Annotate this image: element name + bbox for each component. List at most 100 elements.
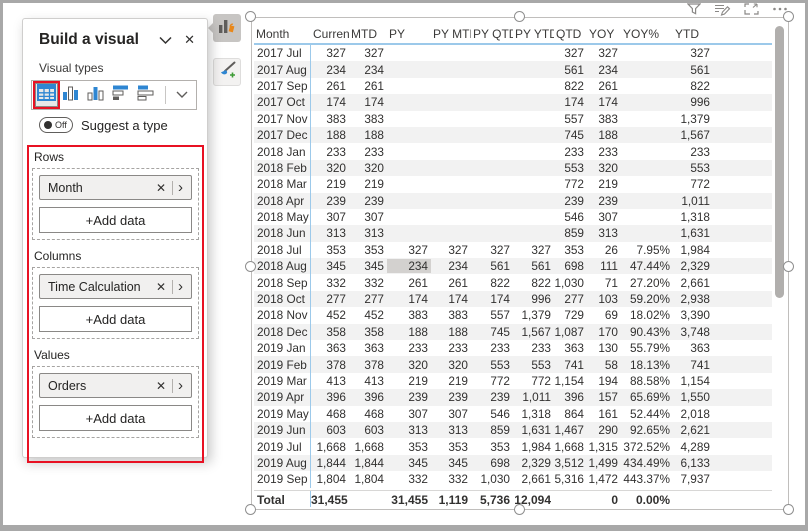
- matrix-cell[interactable]: 261: [311, 79, 349, 93]
- column-header-py-ytd[interactable]: PY YTD: [513, 27, 554, 41]
- matrix-cell[interactable]: 553: [513, 358, 554, 372]
- matrix-cell[interactable]: 1,631: [673, 226, 713, 240]
- matrix-cell[interactable]: 307: [311, 210, 349, 224]
- close-panel-icon[interactable]: ✕: [184, 32, 195, 48]
- visual-type-stacked-column-chart[interactable]: [60, 83, 83, 107]
- visual-type-clustered-bar-chart[interactable]: [135, 83, 158, 107]
- row-header-month[interactable]: 2018 Sep: [254, 274, 311, 290]
- matrix-cell[interactable]: 103: [587, 292, 621, 306]
- visual-type-matrix[interactable]: [35, 83, 58, 107]
- matrix-cell[interactable]: 290: [587, 423, 621, 437]
- row-header-month[interactable]: 2018 Jan: [254, 143, 311, 159]
- annotate-icon[interactable]: [714, 1, 731, 16]
- matrix-cell[interactable]: 233: [554, 145, 587, 159]
- matrix-total-cell[interactable]: 0.00%: [621, 493, 673, 507]
- column-header-current[interactable]: Current: [311, 27, 349, 41]
- matrix-cell[interactable]: 1,499: [587, 456, 621, 470]
- matrix-cell[interactable]: 332: [387, 472, 431, 486]
- matrix-cell[interactable]: 443.37%: [621, 472, 673, 486]
- matrix-cell[interactable]: 313: [349, 226, 387, 240]
- column-header-py-mtd[interactable]: PY MTD: [431, 27, 471, 41]
- matrix-cell[interactable]: 1,030: [554, 276, 587, 290]
- row-header-month[interactable]: 2018 Jun: [254, 225, 311, 241]
- matrix-cell[interactable]: 358: [311, 325, 349, 339]
- row-header-month[interactable]: 2017 Jul: [254, 45, 311, 61]
- matrix-cell[interactable]: 772: [673, 177, 713, 191]
- matrix-cell[interactable]: 174: [311, 95, 349, 109]
- matrix-cell[interactable]: 7,937: [673, 472, 713, 486]
- field-chip-orders[interactable]: Orders ✕ ›: [39, 373, 192, 398]
- collapse-panel-icon[interactable]: [159, 36, 172, 45]
- matrix-cell[interactable]: 277: [311, 292, 349, 306]
- column-header-month[interactable]: Month: [254, 27, 311, 41]
- matrix-cell[interactable]: 1,467: [554, 423, 587, 437]
- matrix-cell[interactable]: 561: [554, 63, 587, 77]
- matrix-cell[interactable]: 3,512: [554, 456, 587, 470]
- matrix-cell[interactable]: 327: [349, 46, 387, 60]
- matrix-cell[interactable]: 161: [587, 407, 621, 421]
- matrix-cell[interactable]: 320: [349, 161, 387, 175]
- matrix-cell[interactable]: 546: [554, 210, 587, 224]
- matrix-cell[interactable]: 188: [387, 325, 431, 339]
- matrix-cell[interactable]: 561: [673, 63, 713, 77]
- matrix-cell[interactable]: 1,567: [673, 128, 713, 142]
- matrix-cell[interactable]: 345: [431, 456, 471, 470]
- matrix-cell[interactable]: 188: [587, 128, 621, 142]
- column-header-mtd[interactable]: MTD: [349, 27, 387, 41]
- row-header-month[interactable]: 2019 Jun: [254, 422, 311, 438]
- matrix-cell[interactable]: 383: [349, 112, 387, 126]
- row-header-month[interactable]: 2019 Sep: [254, 471, 311, 487]
- matrix-cell[interactable]: 233: [513, 341, 554, 355]
- matrix-cell[interactable]: 233: [311, 145, 349, 159]
- matrix-cell[interactable]: 1,844: [311, 456, 349, 470]
- matrix-cell[interactable]: 174: [554, 95, 587, 109]
- matrix-cell[interactable]: 320: [431, 358, 471, 372]
- matrix-cell[interactable]: 822: [471, 276, 513, 290]
- selection-handle-bottom-right[interactable]: [783, 504, 794, 515]
- matrix-cell[interactable]: 327: [387, 243, 431, 257]
- matrix-cell[interactable]: 239: [387, 390, 431, 404]
- column-header-yoy-[interactable]: YOY%: [621, 27, 673, 41]
- matrix-cell[interactable]: 383: [311, 112, 349, 126]
- matrix-visual[interactable]: MonthCurrentMTDPYPY MTDPY QTDPY YTDQTDYO…: [251, 17, 789, 510]
- matrix-cell[interactable]: 174: [349, 95, 387, 109]
- matrix-cell[interactable]: 996: [513, 292, 554, 306]
- matrix-cell[interactable]: 1,011: [673, 194, 713, 208]
- field-options-icon[interactable]: ›: [176, 279, 185, 294]
- matrix-cell[interactable]: 1,087: [554, 325, 587, 339]
- matrix-cell[interactable]: 353: [471, 440, 513, 454]
- row-header-month[interactable]: 2018 Oct: [254, 291, 311, 307]
- matrix-cell[interactable]: 170: [587, 325, 621, 339]
- matrix-cell[interactable]: 233: [349, 145, 387, 159]
- selection-handle-middle-right[interactable]: [783, 261, 794, 272]
- matrix-cell[interactable]: 1,804: [311, 472, 349, 486]
- matrix-cell[interactable]: 219: [587, 177, 621, 191]
- matrix-cell[interactable]: 6,133: [673, 456, 713, 470]
- matrix-cell[interactable]: 234: [431, 259, 471, 273]
- matrix-cell[interactable]: 313: [431, 423, 471, 437]
- matrix-cell[interactable]: 90.43%: [621, 325, 673, 339]
- matrix-cell[interactable]: 313: [587, 226, 621, 240]
- matrix-cell[interactable]: 345: [349, 259, 387, 273]
- matrix-cell[interactable]: 452: [349, 308, 387, 322]
- matrix-cell[interactable]: 2,329: [513, 456, 554, 470]
- matrix-cell[interactable]: 345: [387, 456, 431, 470]
- matrix-cell[interactable]: 219: [387, 374, 431, 388]
- matrix-cell[interactable]: 307: [349, 210, 387, 224]
- column-header-ytd[interactable]: YTD: [673, 27, 713, 41]
- matrix-cell[interactable]: 313: [311, 226, 349, 240]
- row-header-month[interactable]: 2017 Aug: [254, 61, 311, 77]
- matrix-cell[interactable]: 413: [349, 374, 387, 388]
- matrix-cell[interactable]: 277: [554, 292, 587, 306]
- matrix-cell[interactable]: 396: [311, 390, 349, 404]
- vertical-scrollbar[interactable]: [775, 26, 784, 298]
- matrix-cell[interactable]: 1,379: [513, 308, 554, 322]
- matrix-cell[interactable]: 327: [513, 243, 554, 257]
- matrix-cell[interactable]: 1,984: [513, 440, 554, 454]
- matrix-cell[interactable]: 1,315: [587, 440, 621, 454]
- matrix-cell[interactable]: 553: [673, 161, 713, 175]
- matrix-cell[interactable]: 553: [471, 358, 513, 372]
- matrix-cell[interactable]: 18.02%: [621, 308, 673, 322]
- matrix-cell[interactable]: 261: [349, 79, 387, 93]
- matrix-cell[interactable]: 92.65%: [621, 423, 673, 437]
